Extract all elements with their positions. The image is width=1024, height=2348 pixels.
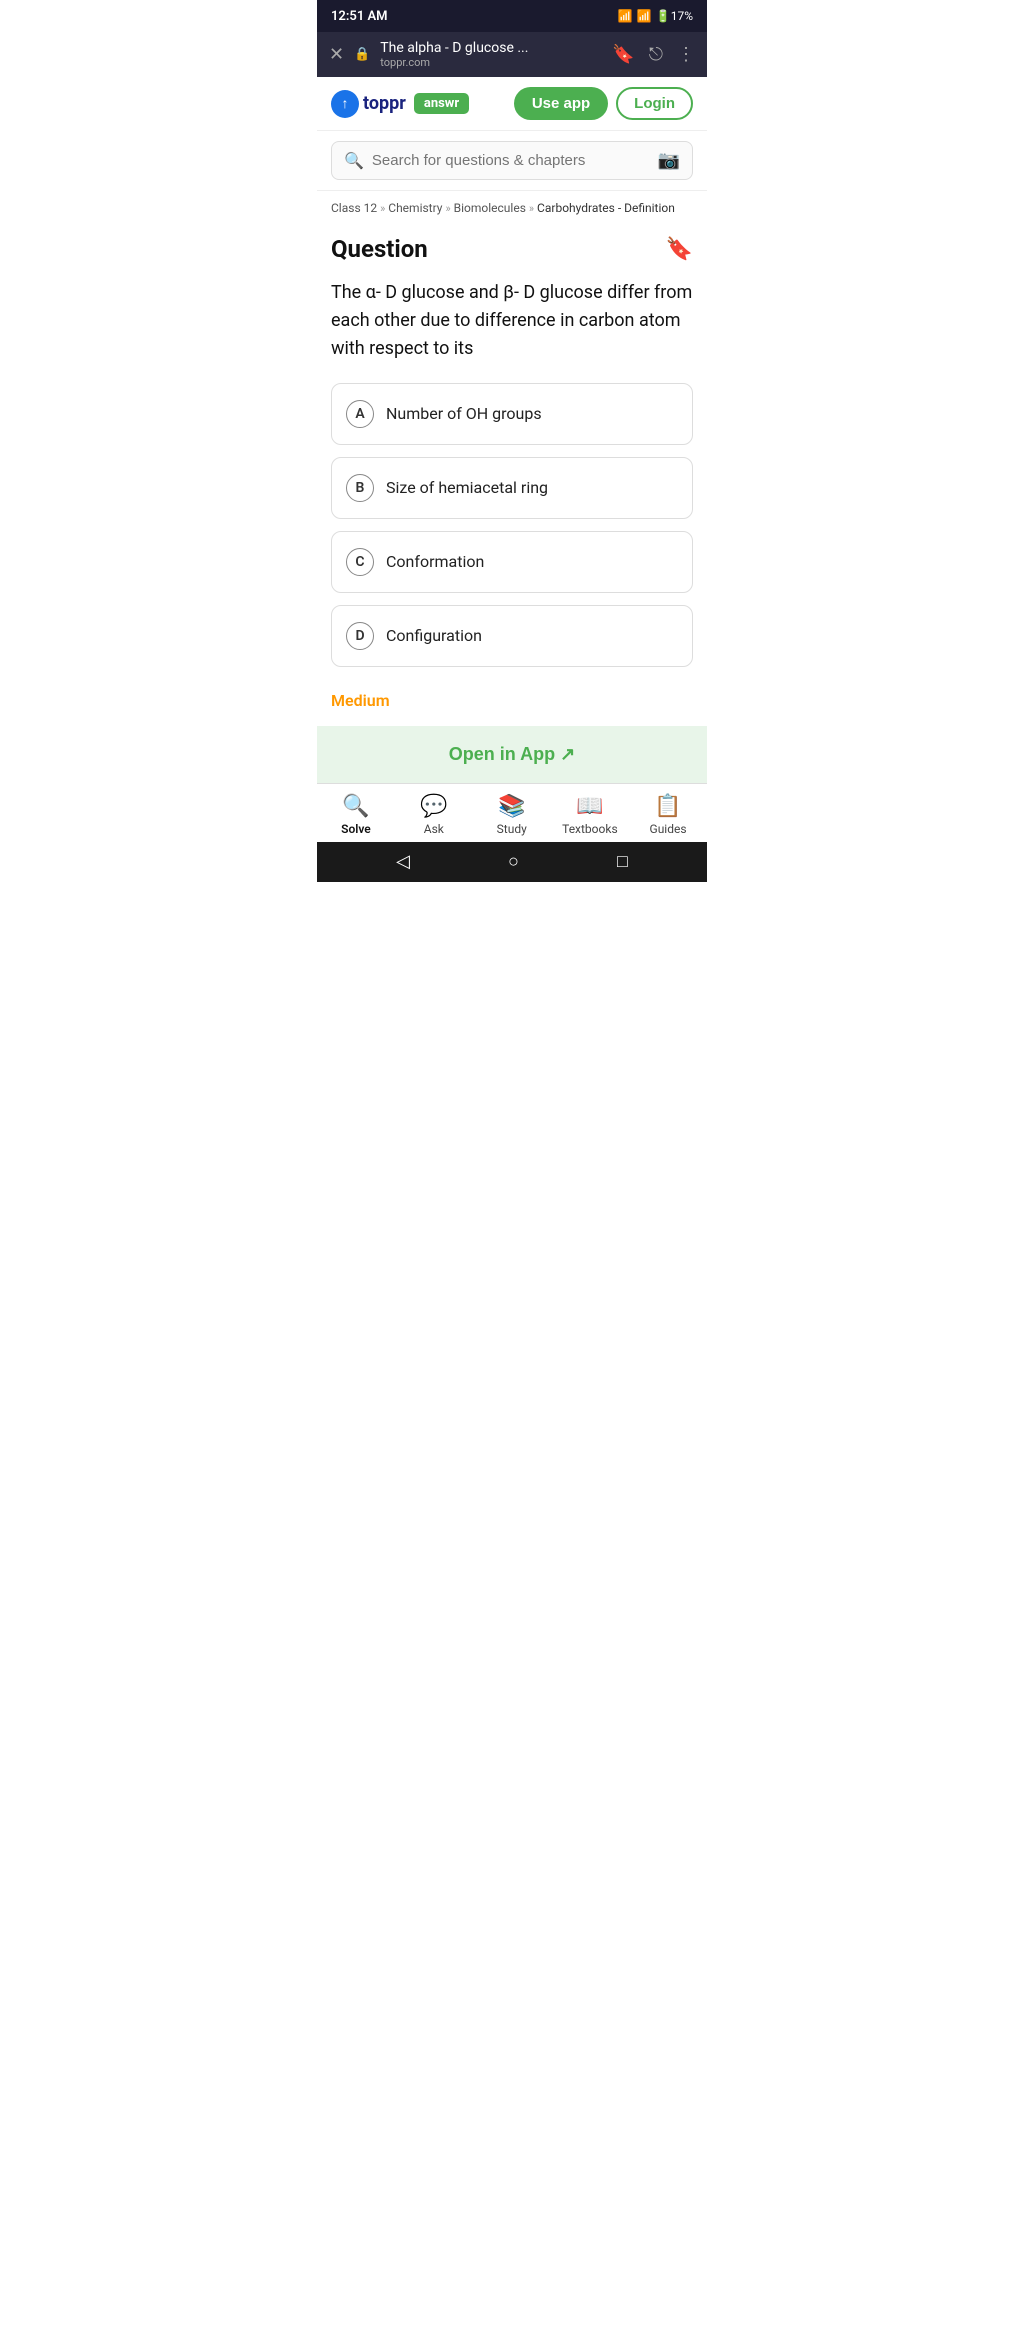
nav-buttons: Use app Login bbox=[514, 87, 693, 120]
study-label: Study bbox=[497, 822, 527, 836]
bottom-nav-guides[interactable]: 📋 Guides bbox=[641, 794, 696, 836]
signal-icon: 📶 bbox=[637, 9, 652, 23]
navbar: ↑ toppr answr Use app Login bbox=[317, 77, 707, 131]
breadcrumb: Class 12 » Chemistry » Biomolecules » Ca… bbox=[317, 191, 707, 221]
study-icon: 📚 bbox=[498, 794, 525, 819]
bottom-nav-ask[interactable]: 💬 Ask bbox=[406, 794, 461, 836]
breadcrumb-chemistry[interactable]: Chemistry bbox=[388, 201, 442, 215]
android-recent-button[interactable]: □ bbox=[617, 851, 628, 872]
option-b-text: Size of hemiacetal ring bbox=[386, 478, 548, 497]
breadcrumb-class12[interactable]: Class 12 bbox=[331, 201, 377, 215]
brand-container: ↑ toppr answr bbox=[331, 90, 469, 118]
bookmark-browser-icon[interactable]: 🔖 bbox=[612, 44, 634, 65]
bottom-nav-study[interactable]: 📚 Study bbox=[484, 794, 539, 836]
option-d-text: Configuration bbox=[386, 626, 482, 645]
main-content: ↑ toppr answr Use app Login 🔍 📷 Class 12… bbox=[317, 77, 707, 842]
browser-domain: toppr.com bbox=[380, 56, 602, 69]
android-back-button[interactable]: ◁ bbox=[396, 851, 410, 872]
question-title: Question bbox=[331, 235, 428, 263]
answr-badge: answr bbox=[414, 93, 469, 114]
guides-label: Guides bbox=[650, 822, 687, 836]
browser-chrome: ✕ 🔒 The alpha - D glucose ... toppr.com … bbox=[317, 32, 707, 77]
search-input[interactable] bbox=[372, 152, 650, 169]
use-app-button[interactable]: Use app bbox=[514, 87, 608, 120]
textbooks-label: Textbooks bbox=[562, 822, 618, 836]
login-button[interactable]: Login bbox=[616, 87, 693, 120]
solve-label: Solve bbox=[341, 822, 371, 836]
breadcrumb-biomolecules[interactable]: Biomolecules bbox=[454, 201, 526, 215]
option-a[interactable]: A Number of OH groups bbox=[331, 383, 693, 445]
textbooks-icon: 📖 bbox=[576, 794, 603, 819]
option-a-text: Number of OH groups bbox=[386, 404, 542, 423]
android-home-button[interactable]: ○ bbox=[508, 851, 519, 872]
option-a-label: A bbox=[346, 400, 374, 428]
bottom-nav-solve[interactable]: 🔍 Solve bbox=[328, 794, 383, 836]
bluetooth-icon: 📶 bbox=[618, 9, 633, 23]
ask-label: Ask bbox=[424, 822, 444, 836]
status-time: 12:51 AM bbox=[331, 9, 388, 24]
toppr-icon: ↑ bbox=[331, 90, 359, 118]
search-wrapper: 🔍 📷 bbox=[331, 141, 693, 180]
lock-icon: 🔒 bbox=[354, 47, 370, 62]
browser-page-title: The alpha - D glucose ... bbox=[380, 40, 602, 56]
option-c-text: Conformation bbox=[386, 552, 484, 571]
question-header: Question 🔖 bbox=[331, 235, 693, 263]
option-b-label: B bbox=[346, 474, 374, 502]
question-section: Question 🔖 The α- D glucose and β- D glu… bbox=[317, 221, 707, 726]
battery-indicator: 🔋17% bbox=[656, 9, 693, 23]
toppr-logo: ↑ toppr bbox=[331, 90, 406, 118]
browser-close-button[interactable]: ✕ bbox=[329, 44, 344, 65]
guides-icon: 📋 bbox=[654, 794, 681, 819]
option-d[interactable]: D Configuration bbox=[331, 605, 693, 667]
breadcrumb-sep-2: » bbox=[445, 202, 450, 215]
option-b[interactable]: B Size of hemiacetal ring bbox=[331, 457, 693, 519]
status-bar: 12:51 AM 📶 📶 🔋17% bbox=[317, 0, 707, 32]
open-in-app-button[interactable]: Open in App ↗ bbox=[449, 744, 575, 765]
search-bar: 🔍 📷 bbox=[317, 131, 707, 191]
option-d-label: D bbox=[346, 622, 374, 650]
breadcrumb-carbohydrates[interactable]: Carbohydrates - Definition bbox=[537, 201, 675, 215]
search-icon: 🔍 bbox=[344, 151, 364, 170]
breadcrumb-sep-3: » bbox=[529, 202, 534, 215]
option-c[interactable]: C Conformation bbox=[331, 531, 693, 593]
share-icon[interactable]: ⎋ bbox=[649, 44, 663, 65]
toppr-name: toppr bbox=[363, 93, 406, 114]
open-in-app-bar: Open in App ↗ bbox=[317, 726, 707, 783]
browser-action-buttons: 🔖 ⎋ ⋮ bbox=[612, 44, 695, 65]
bottom-nav-textbooks[interactable]: 📖 Textbooks bbox=[562, 794, 618, 836]
camera-icon[interactable]: 📷 bbox=[658, 150, 680, 171]
menu-icon[interactable]: ⋮ bbox=[677, 44, 695, 65]
android-nav: ◁ ○ □ bbox=[317, 842, 707, 882]
question-text: The α- D glucose and β- D glucose differ… bbox=[331, 279, 693, 363]
status-icons: 📶 📶 🔋17% bbox=[618, 9, 693, 23]
bottom-nav: 🔍 Solve 💬 Ask 📚 Study 📖 Textbooks 📋 Guid… bbox=[317, 783, 707, 842]
browser-url: The alpha - D glucose ... toppr.com bbox=[380, 40, 602, 69]
difficulty-badge: Medium bbox=[331, 687, 693, 726]
solve-icon: 🔍 bbox=[342, 794, 369, 819]
ask-icon: 💬 bbox=[420, 794, 447, 819]
question-bookmark-icon[interactable]: 🔖 bbox=[666, 237, 693, 262]
breadcrumb-sep-1: » bbox=[380, 202, 385, 215]
option-c-label: C bbox=[346, 548, 374, 576]
options-list: A Number of OH groups B Size of hemiacet… bbox=[331, 383, 693, 667]
